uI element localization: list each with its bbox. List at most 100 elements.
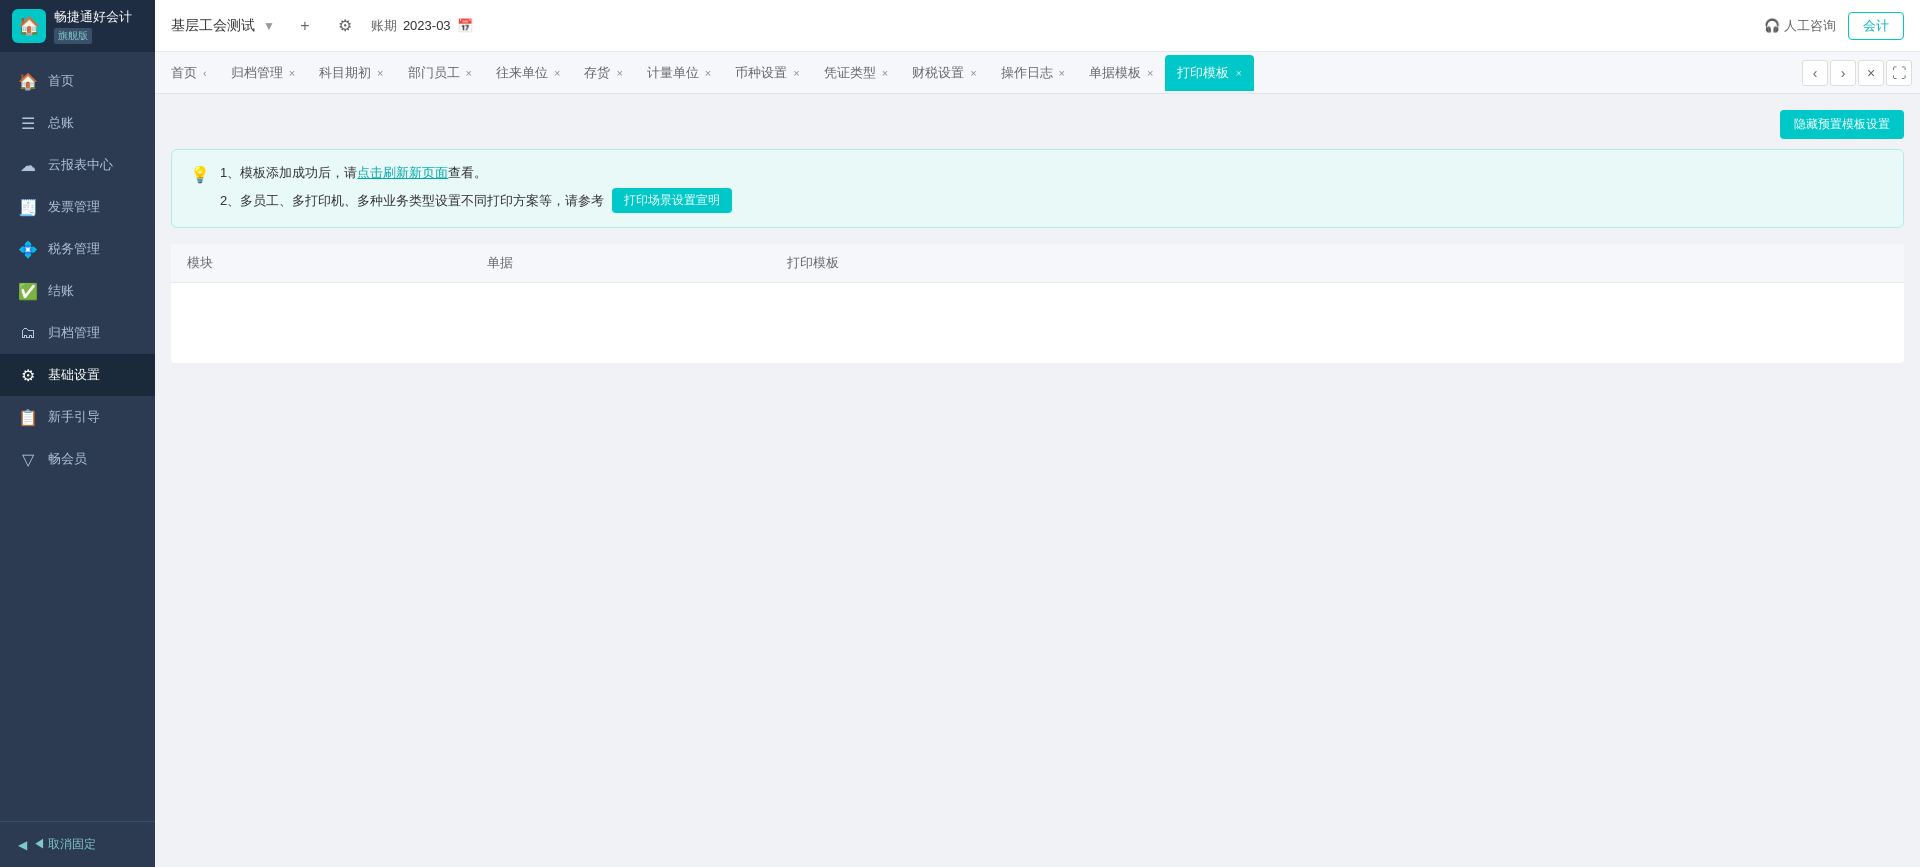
info-text-1: 1、模板添加成功后，请点击刷新新页面查看。 (220, 164, 487, 182)
tab-label-departments: 部门员工 (408, 64, 460, 82)
period-display: 账期 2023-03 📅 (371, 17, 473, 35)
hide-template-button[interactable]: 隐藏预置模板设置 (1780, 110, 1904, 139)
content-area: 隐藏预置模板设置 💡 1、模板添加成功后，请点击刷新新页面查看。 💡 2、多员工… (155, 94, 1920, 867)
tab-archive[interactable]: 归档管理 × (219, 55, 307, 91)
tab-prev-button[interactable]: ‹ (1802, 60, 1828, 86)
tab-operation-log[interactable]: 操作日志 × (989, 55, 1077, 91)
tab-label-home: 首页 (171, 64, 197, 82)
print-scene-button[interactable]: 打印场景设置宣明 (612, 188, 732, 213)
tab-single-template[interactable]: 单据模板 × (1077, 55, 1165, 91)
table-body (171, 283, 1904, 363)
tab-label-currency: 币种设置 (735, 64, 787, 82)
tab-close-inventory[interactable]: × (616, 67, 622, 79)
tab-label-subjects: 科目期初 (319, 64, 371, 82)
sidebar-item-guide[interactable]: 📋 新手引导 (0, 396, 155, 438)
tab-close-archive[interactable]: × (289, 67, 295, 79)
tab-inventory[interactable]: 存货 × (572, 55, 634, 91)
tab-navigation: ‹ › × ⛶ (1802, 60, 1916, 86)
unpin-button[interactable]: ◀ ◀ 取消固定 (0, 821, 155, 867)
refresh-link[interactable]: 点击刷新新页面 (357, 165, 448, 180)
tab-subjects[interactable]: 科目期初 × (307, 55, 395, 91)
tax-icon: 💠 (18, 239, 38, 259)
tab-close-voucher[interactable]: × (882, 67, 888, 79)
tab-departments[interactable]: 部门员工 × (396, 55, 484, 91)
sidebar-item-archive[interactable]: 🗂 归档管理 (0, 312, 155, 354)
calendar-icon[interactable]: 📅 (457, 18, 473, 33)
info-line2-pre: 2、多员工、多打印机、多种业务类型设置不同打印方案等，请参考 (220, 192, 604, 210)
gear-icon: ⚙ (338, 16, 352, 35)
tab-voucher[interactable]: 凭证类型 × (812, 55, 900, 91)
tab-label-operation-log: 操作日志 (1001, 64, 1053, 82)
tab-label-single-template: 单据模板 (1089, 64, 1141, 82)
add-company-button[interactable]: + (291, 12, 319, 40)
sidebar-item-reports[interactable]: ☁ 云报表中心 (0, 144, 155, 186)
sidebar-item-home[interactable]: 🏠 首页 (0, 60, 155, 102)
support-label: 人工咨询 (1784, 17, 1836, 35)
tab-units[interactable]: 计量单位 × (635, 55, 723, 91)
sidebar-item-label-member: 畅会员 (48, 450, 87, 468)
info-line1-pre: 1、模板添加成功后，请 (220, 165, 357, 180)
tab-close-print-template[interactable]: × (1235, 67, 1241, 79)
company-settings-button[interactable]: ⚙ (331, 12, 359, 40)
sidebar-item-member[interactable]: ▽ 畅会员 (0, 438, 155, 480)
bulb-icon: 💡 (190, 165, 210, 184)
period-value: 2023-03 (403, 18, 451, 33)
member-icon: ▽ (18, 449, 38, 469)
tab-label-print-template: 打印模板 (1177, 64, 1229, 82)
table-col-document: 单据 (487, 254, 787, 272)
sidebar-item-label-close: 结账 (48, 282, 74, 300)
sidebar-item-invoice[interactable]: 🧾 发票管理 (0, 186, 155, 228)
headset-icon: 🎧 (1764, 18, 1780, 33)
tab-print-template[interactable]: 打印模板 × (1165, 55, 1253, 91)
tab-expand-button[interactable]: ⛶ (1886, 60, 1912, 86)
tabbar: 首页 ‹ 归档管理 × 科目期初 × 部门员工 × 往来单位 × 存货 × 计量… (155, 52, 1920, 94)
info-box: 💡 1、模板添加成功后，请点击刷新新页面查看。 💡 2、多员工、多打印机、多种业… (171, 149, 1904, 228)
guide-icon: 📋 (18, 407, 38, 427)
info-line1-post: 查看。 (448, 165, 487, 180)
tab-label-archive: 归档管理 (231, 64, 283, 82)
topbar-right: 🎧 人工咨询 会计 (1764, 12, 1904, 40)
tab-close-units[interactable]: × (705, 67, 711, 79)
logo-icon: 🏠 (12, 9, 46, 43)
sidebar: 🏠 畅捷通好会计 旗舰版 🏠 首页 ☰ 总账 ☁ 云报表中心 🧾 发票管理 💠 … (0, 0, 155, 867)
sidebar-item-ledger[interactable]: ☰ 总账 (0, 102, 155, 144)
tab-close-all-button[interactable]: × (1858, 60, 1884, 86)
tab-close-subjects[interactable]: × (377, 67, 383, 79)
data-table: 模块 单据 打印模板 (171, 244, 1904, 363)
table-col-module: 模块 (187, 254, 487, 272)
tab-close-tax-settings[interactable]: × (970, 67, 976, 79)
user-role-button[interactable]: 会计 (1848, 12, 1904, 40)
sidebar-item-tax[interactable]: 💠 税务管理 (0, 228, 155, 270)
tab-label-voucher: 凭证类型 (824, 64, 876, 82)
tab-close-single-template[interactable]: × (1147, 67, 1153, 79)
close-period-icon: ✅ (18, 281, 38, 301)
logo-name: 畅捷通好会计 (54, 8, 132, 26)
tab-next-button[interactable]: › (1830, 60, 1856, 86)
tab-close-partners[interactable]: × (554, 67, 560, 79)
tab-tax-settings[interactable]: 财税设置 × (900, 55, 988, 91)
tab-label-tax-settings: 财税设置 (912, 64, 964, 82)
company-selector[interactable]: 基层工会测试 ▼ (171, 17, 275, 35)
company-name: 基层工会测试 (171, 17, 255, 35)
settings-icon: ⚙ (18, 365, 38, 385)
company-dropdown-icon: ▼ (263, 19, 275, 33)
topbar-actions: + ⚙ (291, 12, 359, 40)
tab-close-operation-log[interactable]: × (1059, 67, 1065, 79)
home-icon: 🏠 (18, 71, 38, 91)
sidebar-logo: 🏠 畅捷通好会计 旗舰版 (0, 0, 155, 52)
tab-partners[interactable]: 往来单位 × (484, 55, 572, 91)
tab-label-units: 计量单位 (647, 64, 699, 82)
tab-close-departments[interactable]: × (466, 67, 472, 79)
archive-icon: 🗂 (18, 323, 38, 343)
sidebar-item-basic[interactable]: ⚙ 基础设置 (0, 354, 155, 396)
support-button[interactable]: 🎧 人工咨询 (1764, 17, 1836, 35)
tab-home[interactable]: 首页 ‹ (159, 55, 219, 91)
tab-label-partners: 往来单位 (496, 64, 548, 82)
tab-currency[interactable]: 币种设置 × (723, 55, 811, 91)
sidebar-item-label-reports: 云报表中心 (48, 156, 113, 174)
tab-nav-arrow[interactable]: ‹ (203, 67, 207, 79)
sidebar-item-close[interactable]: ✅ 结账 (0, 270, 155, 312)
tab-close-currency[interactable]: × (793, 67, 799, 79)
add-icon: + (300, 17, 309, 35)
sidebar-item-label-ledger: 总账 (48, 114, 74, 132)
